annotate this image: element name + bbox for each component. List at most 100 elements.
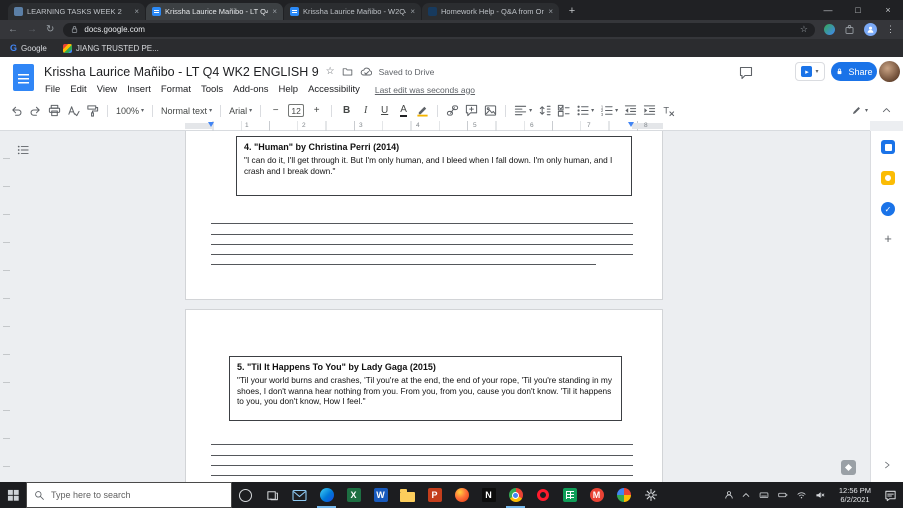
maximize-button[interactable]: □ <box>843 0 873 20</box>
decrease-font-size-button[interactable]: − <box>269 103 282 118</box>
photos-app-button[interactable] <box>610 482 637 508</box>
start-button[interactable] <box>0 482 26 508</box>
edge-app-button[interactable] <box>313 482 340 508</box>
menu-edit[interactable]: Edit <box>65 84 91 95</box>
question-5-box[interactable]: 5. "Til It Happens To You" by Lady Gaga … <box>229 356 622 421</box>
docs-logo-icon[interactable] <box>13 64 34 91</box>
tab-close-icon[interactable]: × <box>410 7 415 16</box>
word-app-button[interactable]: W <box>367 482 394 508</box>
account-avatar[interactable] <box>879 61 900 82</box>
n-app-button[interactable]: N <box>475 482 502 508</box>
tab-close-icon[interactable]: × <box>134 7 139 16</box>
menu-insert[interactable]: Insert <box>122 84 156 95</box>
firefox-app-button[interactable] <box>448 482 475 508</box>
menu-accessibility[interactable]: Accessibility <box>303 84 365 95</box>
volume-muted-icon[interactable] <box>814 490 826 500</box>
menu-help[interactable]: Help <box>274 84 304 95</box>
menu-tools[interactable]: Tools <box>196 84 228 95</box>
bulleted-list-button[interactable]: ▾ <box>576 103 594 118</box>
new-tab-button[interactable]: + <box>564 3 580 19</box>
tab-learning-tasks[interactable]: LEARNING TASKS WEEK 2 × <box>8 3 145 20</box>
insert-image-button[interactable] <box>484 103 497 118</box>
powerpoint-app-button[interactable]: P <box>421 482 448 508</box>
forward-icon[interactable]: → <box>27 24 37 35</box>
close-button[interactable]: × <box>873 0 903 20</box>
undo-button[interactable] <box>10 103 23 118</box>
settings-app-button[interactable] <box>637 482 664 508</box>
keep-icon[interactable] <box>881 171 895 185</box>
paragraph-style-select[interactable]: Normal text ▾ <box>161 103 212 118</box>
hide-side-panel-icon[interactable] <box>882 460 892 470</box>
menu-format[interactable]: Format <box>156 84 196 95</box>
right-indent-marker[interactable] <box>628 122 634 127</box>
bookmark-google[interactable]: G Google <box>10 43 47 53</box>
extensions-puzzle-icon[interactable] <box>844 24 855 35</box>
zoom-select[interactable]: 100% ▾ <box>116 103 144 118</box>
taskbar-clock[interactable]: 12:56 PM 6/2/2021 <box>839 486 871 504</box>
clear-formatting-button[interactable]: T <box>662 103 675 118</box>
comment-history-icon[interactable] <box>739 66 753 80</box>
align-button[interactable]: ▾ <box>514 103 532 118</box>
tasks-icon[interactable]: ✓ <box>881 202 895 216</box>
print-button[interactable] <box>48 103 61 118</box>
question-4-box[interactable]: 4. "Human" by Christina Perri (2014) "I … <box>236 136 632 196</box>
numbered-list-button[interactable]: 1 2 3 ▾ <box>600 103 618 118</box>
bold-button[interactable]: B <box>340 103 353 118</box>
get-addons-icon[interactable]: + <box>881 231 895 246</box>
chrome-app-button[interactable] <box>502 482 529 508</box>
document-outline-icon[interactable] <box>17 144 29 156</box>
add-comment-button[interactable] <box>465 103 478 118</box>
highlight-color-button[interactable] <box>416 103 429 118</box>
extension-icon[interactable] <box>824 24 835 35</box>
editing-mode-button[interactable]: ▾ <box>845 102 874 119</box>
move-folder-icon[interactable] <box>342 66 353 77</box>
back-icon[interactable]: ← <box>8 24 18 35</box>
tab-homework-help[interactable]: Homework Help - Q&A from On... × <box>422 3 559 20</box>
touch-keyboard-icon[interactable] <box>758 490 770 500</box>
sheets-app-button[interactable] <box>556 482 583 508</box>
menu-file[interactable]: File <box>40 84 65 95</box>
insert-link-button[interactable] <box>446 103 459 118</box>
minimize-button[interactable]: — <box>813 0 843 20</box>
opera-app-button[interactable] <box>529 482 556 508</box>
calendar-icon[interactable] <box>881 140 895 154</box>
doc-title[interactable]: Krissha Laurice Mañibo - LT Q4 WK2 ENGLI… <box>44 65 319 79</box>
tab-docs-w2q4[interactable]: Krissha Laurice Mañibo - W2Q4... × <box>284 3 421 20</box>
line-spacing-button[interactable] <box>538 103 551 118</box>
reload-icon[interactable]: ↻ <box>46 24 54 35</box>
collapse-toolbar-button[interactable] <box>880 103 893 118</box>
italic-button[interactable]: I <box>359 103 372 118</box>
mail-app-button[interactable] <box>286 482 313 508</box>
document-page-1[interactable]: 4. "Human" by Christina Perri (2014) "I … <box>185 131 663 300</box>
paint-format-button[interactable] <box>86 103 99 118</box>
browser-menu-icon[interactable]: ⋮ <box>886 24 895 35</box>
left-indent-marker[interactable] <box>208 122 214 127</box>
tab-close-icon[interactable]: × <box>272 7 277 16</box>
excel-app-button[interactable]: X <box>340 482 367 508</box>
bookmark-star-icon[interactable]: ☆ <box>800 24 808 35</box>
browser-profile-avatar[interactable] <box>864 23 877 36</box>
font-select[interactable]: Arial ▾ <box>229 103 252 118</box>
spellcheck-button[interactable] <box>67 103 80 118</box>
people-icon[interactable] <box>724 490 734 500</box>
redo-button[interactable] <box>29 103 42 118</box>
tab-close-icon[interactable]: × <box>548 7 553 16</box>
increase-indent-button[interactable] <box>643 103 656 118</box>
action-center-icon[interactable] <box>884 489 897 502</box>
decrease-indent-button[interactable] <box>624 103 637 118</box>
star-doc-icon[interactable]: ☆ <box>326 66 335 77</box>
increase-font-size-button[interactable]: + <box>310 103 323 118</box>
tab-docs-lt-q4[interactable]: Krissha Laurice Mañibo - LT Q4 V × <box>146 3 283 20</box>
horizontal-ruler[interactable]: 1 2 3 4 5 6 7 8 <box>0 121 870 131</box>
share-button[interactable]: Share <box>831 62 877 81</box>
font-size-input[interactable]: 12 <box>288 104 305 117</box>
gmail-app-button[interactable]: M <box>583 482 610 508</box>
present-to-meet-button[interactable]: ▸ ▾ <box>795 62 825 81</box>
show-hidden-icons-chevron[interactable] <box>741 490 751 500</box>
checklist-button[interactable] <box>557 103 570 118</box>
menu-addons[interactable]: Add-ons <box>228 84 273 95</box>
battery-icon[interactable] <box>777 490 789 500</box>
file-explorer-button[interactable] <box>394 482 421 508</box>
taskbar-search-input[interactable]: Type here to search <box>26 482 232 508</box>
cortana-button[interactable] <box>232 482 259 508</box>
